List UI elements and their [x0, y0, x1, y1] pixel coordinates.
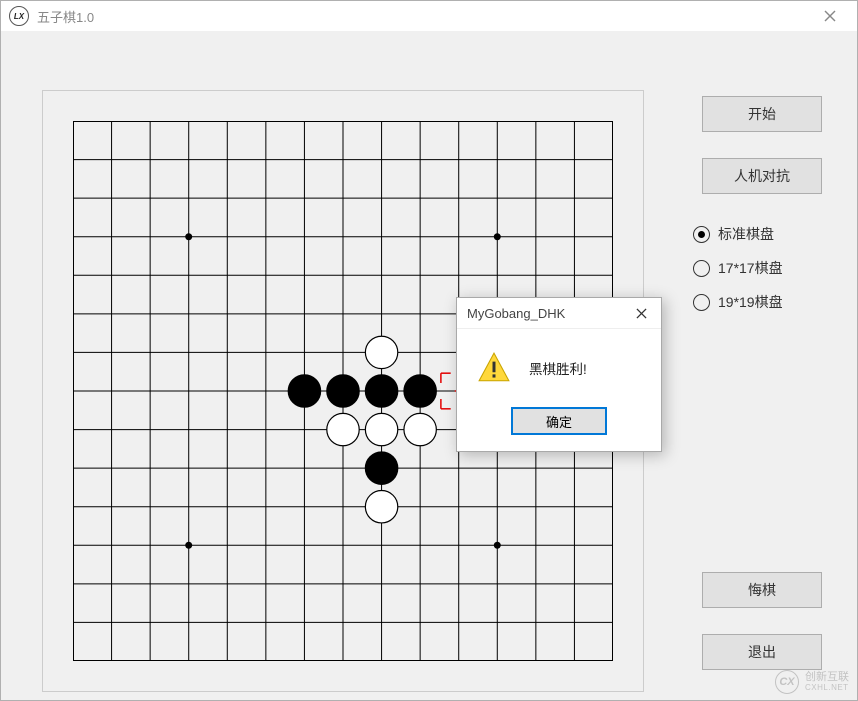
- radio-icon: [693, 294, 710, 311]
- black-stone: [365, 375, 397, 407]
- black-stone: [327, 375, 359, 407]
- radio-label: 17*17棋盘: [718, 258, 783, 278]
- vs-ai-button[interactable]: 人机对抗: [702, 158, 822, 194]
- white-stone: [404, 413, 436, 445]
- white-stone: [365, 491, 397, 523]
- black-stone: [288, 375, 320, 407]
- dialog-close-button[interactable]: [625, 300, 657, 326]
- dialog-message: 黑棋胜利!: [529, 358, 587, 378]
- white-stone: [365, 336, 397, 368]
- black-stone: [365, 452, 397, 484]
- board-size-radiogroup: 标准棋盘 17*17棋盘 19*19棋盘: [687, 224, 837, 312]
- side-panel: 开始 人机对抗 标准棋盘 17*17棋盘 19*19棋盘: [687, 96, 837, 326]
- white-stone: [365, 413, 397, 445]
- content-area: 开始 人机对抗 标准棋盘 17*17棋盘 19*19棋盘 悔棋 退出 MyGoban…: [1, 31, 857, 700]
- dialog-ok-button[interactable]: 确定: [511, 407, 607, 435]
- start-button[interactable]: 开始: [702, 96, 822, 132]
- exit-button[interactable]: 退出: [702, 634, 822, 670]
- white-stone: [327, 413, 359, 445]
- window-title: 五子棋1.0: [37, 7, 94, 26]
- radio-label: 19*19棋盘: [718, 292, 783, 312]
- warning-icon: [477, 351, 511, 385]
- watermark-line2: CXHL.NET: [805, 684, 849, 692]
- close-icon: [824, 10, 836, 22]
- black-stone: [404, 375, 436, 407]
- undo-button[interactable]: 悔棋: [702, 572, 822, 608]
- radio-icon: [693, 226, 710, 243]
- window-close-button[interactable]: [807, 1, 853, 31]
- radio-icon: [693, 260, 710, 277]
- lower-buttons: 悔棋 退出: [687, 572, 837, 670]
- radio-label: 标准棋盘: [718, 224, 774, 244]
- board-size-option[interactable]: 19*19棋盘: [693, 292, 837, 312]
- watermark-badge-icon: CX: [775, 670, 799, 694]
- dialog-actions: 确定: [457, 395, 661, 451]
- app-window: LX 五子棋1.0 开始 人机对抗 标准棋盘 17*17棋盘 19*19棋盘 悔棋 …: [0, 0, 858, 701]
- dialog-body: 黑棋胜利!: [457, 329, 661, 395]
- titlebar: LX 五子棋1.0: [1, 1, 857, 32]
- watermark-line1: 创新互联: [805, 672, 849, 684]
- board-size-option[interactable]: 17*17棋盘: [693, 258, 837, 278]
- dialog-titlebar: MyGobang_DHK: [457, 298, 661, 329]
- board-size-option[interactable]: 标准棋盘: [693, 224, 837, 244]
- close-icon: [636, 308, 647, 319]
- watermark: CX 创新互联 CXHL.NET: [775, 670, 849, 694]
- app-icon: LX: [9, 6, 29, 26]
- result-dialog: MyGobang_DHK 黑棋胜利! 确定: [456, 297, 662, 452]
- dialog-title: MyGobang_DHK: [467, 306, 565, 321]
